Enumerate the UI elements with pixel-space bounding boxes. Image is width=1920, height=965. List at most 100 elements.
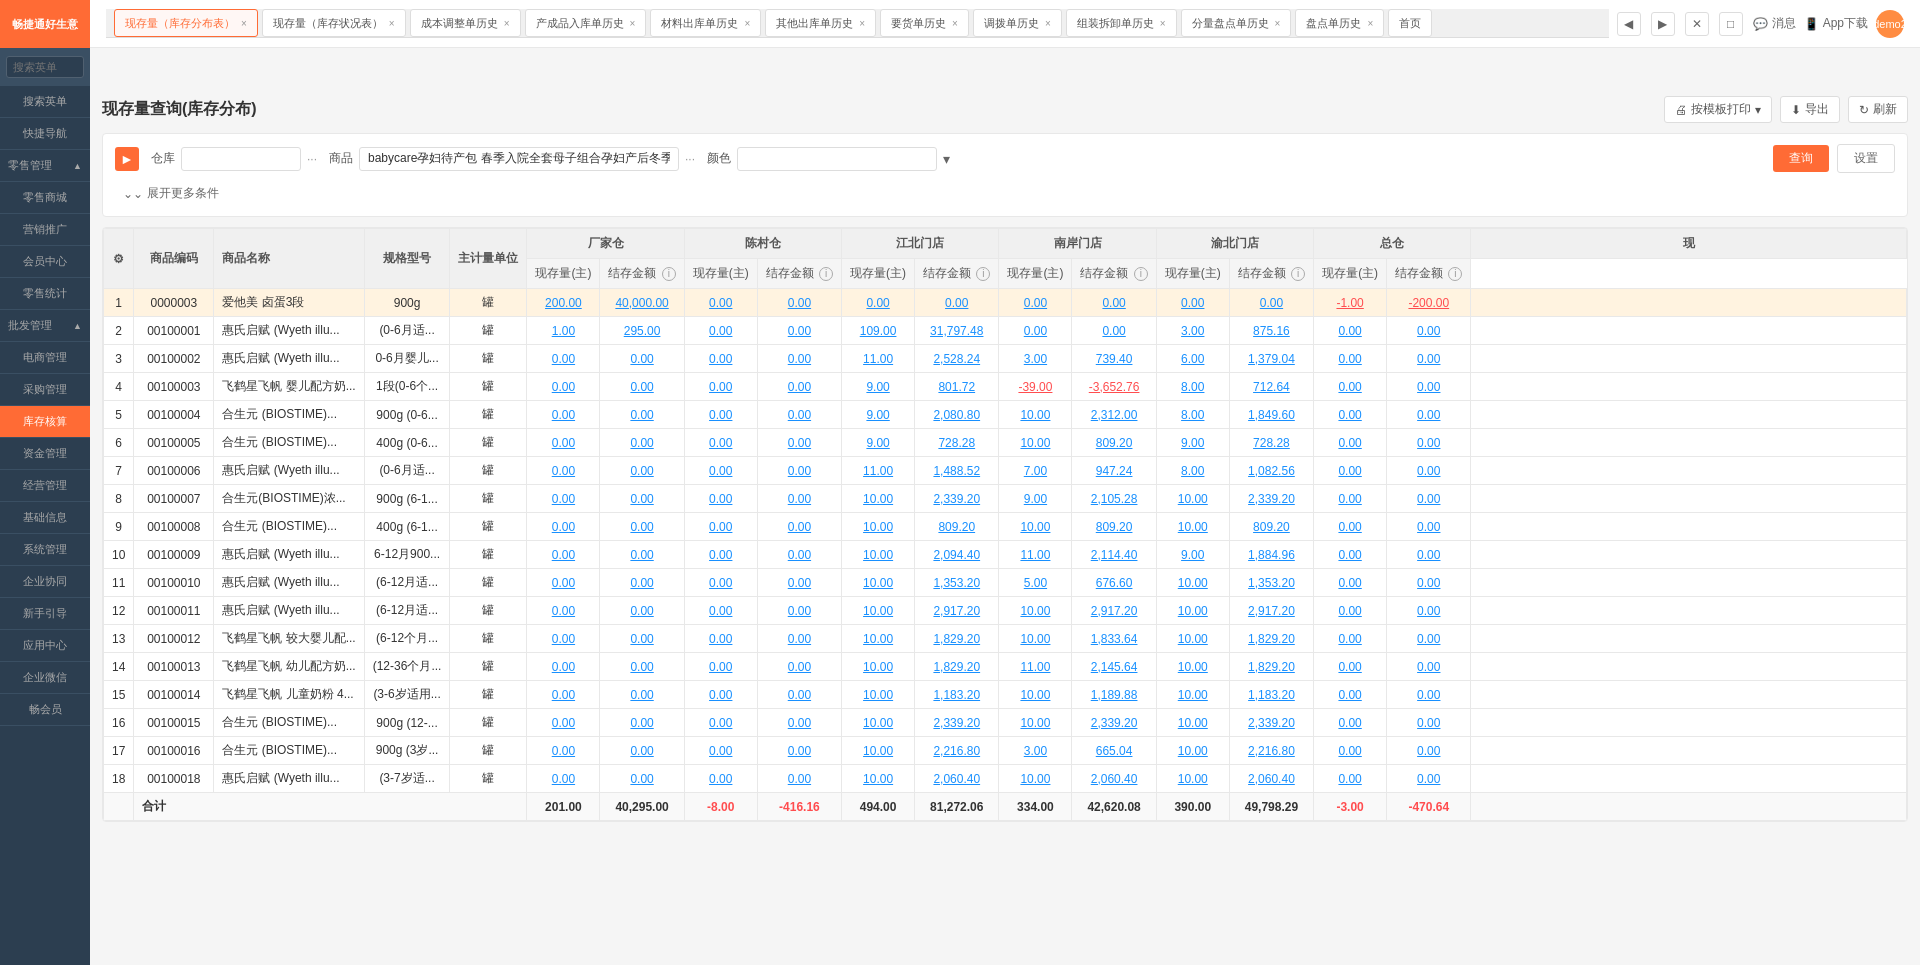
search-btn[interactable]: 查询 (1773, 145, 1829, 172)
t-amt-info[interactable]: i (1448, 267, 1462, 281)
message-icon: 💬 (1753, 17, 1768, 31)
sidebar-item-零售商城[interactable]: 零售商城 (0, 182, 90, 214)
chevron-down-icon: ▲ (73, 321, 82, 331)
export-btn[interactable]: ⬇ 导出 (1780, 96, 1840, 123)
settings-icon[interactable]: ⚙ (113, 252, 124, 266)
search-input[interactable] (6, 56, 84, 78)
sidebar-item-应用中心[interactable]: 应用中心 (0, 630, 90, 662)
sidebar-item-批发管理[interactable]: 批发管理▲ (0, 310, 90, 342)
c2-amt-info[interactable]: i (819, 267, 833, 281)
table-footer-row: 合计 201.00 40,295.00 -8.00 -416.16 494.00… (104, 793, 1907, 821)
sidebar-item-企业协同[interactable]: 企业协同 (0, 566, 90, 598)
table-row: 7 00100006 惠氏启赋 (Wyeth illu... (0-6月适...… (104, 457, 1907, 485)
c1-amt-info[interactable]: i (662, 267, 676, 281)
tab-0[interactable]: 首页 (1388, 9, 1432, 37)
tab-close-1[interactable]: × (1367, 18, 1373, 29)
tab-close-3[interactable]: × (1160, 18, 1166, 29)
tab-close-10[interactable]: × (389, 18, 395, 29)
tab-close-btn[interactable]: ✕ (1685, 12, 1709, 36)
goods-label: 商品 (329, 150, 353, 167)
sidebar-item-库存核算[interactable]: 库存核算 (0, 406, 90, 438)
tab-close-6[interactable]: × (859, 18, 865, 29)
tab-9[interactable]: 成本调整单历史× (410, 9, 521, 37)
tab-next-btn[interactable]: ▶ (1651, 12, 1675, 36)
sidebar-item-搜索英单[interactable]: 搜索英单 (0, 86, 90, 118)
col-header-extra: 现 (1471, 229, 1907, 259)
table-row: 4 00100003 飞鹤星飞帆 婴儿配方奶... 1段(0-6个... 罐 0… (104, 373, 1907, 401)
col-c2-amt: 结存金额 i (757, 259, 841, 289)
goods-filter: 商品 ··· (329, 147, 695, 171)
tab-5[interactable]: 要货单历史× (880, 9, 969, 37)
tab-close-9[interactable]: × (504, 18, 510, 29)
sidebar-item-企业微信[interactable]: 企业微信 (0, 662, 90, 694)
tab-7[interactable]: 材料出库单历史× (650, 9, 761, 37)
c5-amt-info[interactable]: i (1291, 267, 1305, 281)
col-header-c3: 江北门店 (842, 229, 999, 259)
sidebar-item-营销推广[interactable]: 营销推广 (0, 214, 90, 246)
col-header-total: 总仓 (1314, 229, 1471, 259)
setting-btn[interactable]: 设置 (1837, 144, 1895, 173)
sidebar-item-经营管理[interactable]: 经营管理 (0, 470, 90, 502)
warehouse-dots[interactable]: ··· (307, 152, 317, 166)
tab-1[interactable]: 盘点单历史× (1295, 9, 1384, 37)
sidebar-item-采购管理[interactable]: 采购管理 (0, 374, 90, 406)
filter-row: ► 仓库 ··· 商品 ··· 颜色 ▾ 查询 设置 (115, 144, 1895, 173)
tab-close-2[interactable]: × (1275, 18, 1281, 29)
c4-amt-info[interactable]: i (1134, 267, 1148, 281)
tab-close-8[interactable]: × (630, 18, 636, 29)
print-dropdown-icon: ▾ (1755, 103, 1761, 117)
sidebar-item-零售统计[interactable]: 零售统计 (0, 278, 90, 310)
sidebar-search-area (0, 48, 90, 86)
print-icon: 🖨 (1675, 103, 1687, 117)
filter-area: ► 仓库 ··· 商品 ··· 颜色 ▾ 查询 设置 ⌄ (102, 133, 1908, 217)
tab-prev-btn[interactable]: ◀ (1617, 12, 1641, 36)
tab-2[interactable]: 分量盘点单历史× (1181, 9, 1292, 37)
sidebar: 畅捷通好生意 搜索英单快捷导航零售管理▲零售商城营销推广会员中心零售统计批发管理… (0, 0, 90, 965)
goods-dots[interactable]: ··· (685, 152, 695, 166)
table-container: ⚙ 商品编码 商品名称 规格型号 主计量单位 厂家仓 陈村仓 江北门店 南岸门店… (102, 227, 1908, 822)
app-download-btn[interactable]: 📱 App下载 (1804, 15, 1868, 32)
sidebar-item-会员中心[interactable]: 会员中心 (0, 246, 90, 278)
sidebar-item-资金管理[interactable]: 资金管理 (0, 438, 90, 470)
header-actions: 🖨 按模板打印 ▾ ⬇ 导出 ↻ 刷新 (1664, 96, 1908, 123)
color-input[interactable] (737, 147, 937, 171)
warehouse-input[interactable] (181, 147, 301, 171)
tab-close-7[interactable]: × (744, 18, 750, 29)
tab-8[interactable]: 产成品入库单历史× (525, 9, 647, 37)
table-row: 13 00100012 飞鹤星飞帆 较大婴儿配... (6-12个月... 罐 … (104, 625, 1907, 653)
tab-6[interactable]: 其他出库单历史× (765, 9, 876, 37)
refresh-btn[interactable]: ↻ 刷新 (1848, 96, 1908, 123)
sidebar-item-系统管理[interactable]: 系统管理 (0, 534, 90, 566)
sidebar-item-新手引导[interactable]: 新手引导 (0, 598, 90, 630)
download-icon: 📱 (1804, 17, 1819, 31)
print-btn[interactable]: 🖨 按模板打印 ▾ (1664, 96, 1772, 123)
tab-close-4[interactable]: × (1045, 18, 1051, 29)
avatar[interactable]: demo2 (1876, 10, 1904, 38)
tab-expand-btn[interactable]: □ (1719, 12, 1743, 36)
more-conditions-btn[interactable]: ⌄⌄ 展开更多条件 (115, 181, 227, 206)
message-btn[interactable]: 💬 消息 (1753, 15, 1796, 32)
sidebar-item-电商管理[interactable]: 电商管理 (0, 342, 90, 374)
goods-input[interactable] (359, 147, 679, 171)
tab-10[interactable]: 现存量（库存状况表）× (262, 9, 406, 37)
expand-btn[interactable]: ► (115, 147, 139, 171)
table-row: 3 00100002 惠氏启赋 (Wyeth illu... 0-6月婴儿...… (104, 345, 1907, 373)
tab-4[interactable]: 调拨单历史× (973, 9, 1062, 37)
color-label: 颜色 (707, 150, 731, 167)
sidebar-item-零售管理[interactable]: 零售管理▲ (0, 150, 90, 182)
sidebar-item-快捷导航[interactable]: 快捷导航 (0, 118, 90, 150)
sidebar-item-基础信息[interactable]: 基础信息 (0, 502, 90, 534)
col-header-c1: 厂家仓 (527, 229, 684, 259)
col-c1-amt: 结存金额 i (600, 259, 684, 289)
col-c5-amt: 结存金额 i (1229, 259, 1313, 289)
col-header-c5: 渝北门店 (1156, 229, 1313, 259)
color-dropdown-icon[interactable]: ▾ (943, 151, 950, 167)
sidebar-item-畅会员[interactable]: 畅会员 (0, 694, 90, 726)
tab-close-11[interactable]: × (241, 18, 247, 29)
warehouse-filter: 仓库 ··· (151, 147, 317, 171)
tab-close-5[interactable]: × (952, 18, 958, 29)
tab-11[interactable]: 现存量（库存分布表）× (114, 9, 258, 37)
tab-3[interactable]: 组装拆卸单历史× (1066, 9, 1177, 37)
c3-amt-info[interactable]: i (976, 267, 990, 281)
page-title: 现存量查询(库存分布) (102, 99, 257, 120)
